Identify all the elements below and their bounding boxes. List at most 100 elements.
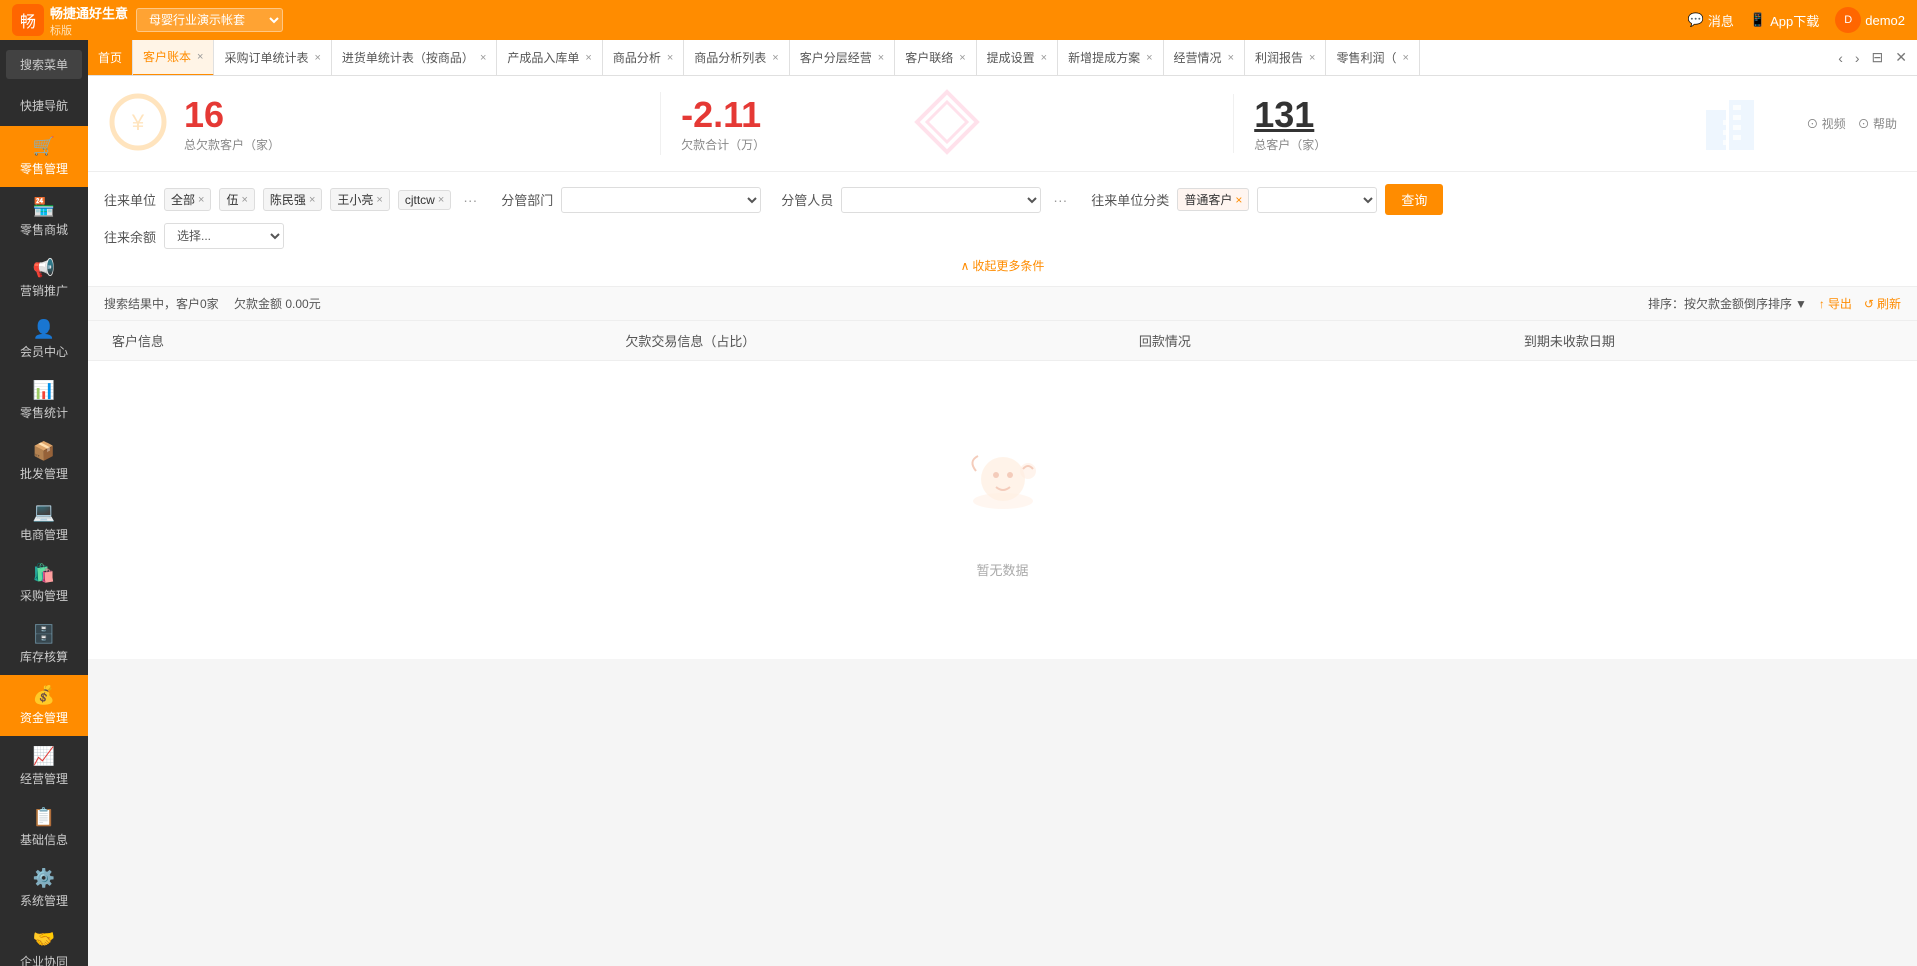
- tab-operations-close[interactable]: ×: [1228, 52, 1234, 64]
- sidebar-item-enterprise[interactable]: 🤝 企业协同: [0, 919, 88, 966]
- svg-text:¥: ¥: [131, 110, 145, 135]
- dept-select[interactable]: [561, 187, 761, 213]
- sidebar-item-retail-mall[interactable]: 🏪 零售商城: [0, 187, 88, 248]
- tab-new-proposal-label: 新增提成方案: [1068, 49, 1140, 66]
- message-btn[interactable]: 💬 消息: [1688, 11, 1734, 30]
- sidebar-item-system[interactable]: ⚙️ 系统管理: [0, 858, 88, 919]
- filter-tag-category-close[interactable]: ×: [1235, 193, 1242, 207]
- stat-value-total[interactable]: 131: [1254, 94, 1326, 136]
- tab-home[interactable]: 首页: [88, 40, 133, 76]
- data-table: 客户信息 欠款交易信息（占比） 回款情况 到期未收款日期: [88, 321, 1917, 659]
- sidebar-item-marketing[interactable]: 📢 营销推广: [0, 248, 88, 309]
- sidebar-item-basic-info[interactable]: 📋 基础信息: [0, 797, 88, 858]
- tab-production-label: 产成品入库单: [507, 49, 579, 66]
- logo-box: 畅 畅捷通好生意 标版: [12, 3, 128, 38]
- tab-customer-tier-close[interactable]: ×: [878, 52, 884, 64]
- sidebar-item-ecommerce[interactable]: 💻 电商管理: [0, 492, 88, 553]
- sidebar-item-retail[interactable]: 🛒 零售管理: [0, 126, 88, 187]
- tab-inbound-close[interactable]: ×: [480, 52, 486, 64]
- export-btn[interactable]: ↑ 导出: [1819, 295, 1852, 312]
- sidebar-item-inventory[interactable]: 🗄️ 库存核算: [0, 614, 88, 675]
- unit-category-label: 往来单位分类: [1091, 190, 1169, 209]
- sidebar-item-member[interactable]: 👤 会员中心: [0, 309, 88, 370]
- app-download-btn[interactable]: 📱 App下载: [1750, 11, 1819, 30]
- sidebar-label-ecommerce: 电商管理: [20, 526, 68, 543]
- tab-home-label: 首页: [98, 49, 122, 66]
- tab-profit-report-close[interactable]: ×: [1309, 52, 1315, 64]
- tab-purchase-order[interactable]: 采购订单统计表 ×: [214, 40, 331, 76]
- refresh-btn[interactable]: ↺ 刷新: [1864, 295, 1901, 312]
- tab-retail-profit[interactable]: 零售利润（ ×: [1326, 40, 1419, 76]
- mall-icon: 🏪: [33, 197, 55, 218]
- stat-label-debt: 欠款合计（万）: [681, 136, 765, 153]
- tab-new-proposal-close[interactable]: ×: [1146, 52, 1152, 64]
- filter-tag-cj-close[interactable]: ×: [438, 194, 444, 206]
- filter-tag-wang-close[interactable]: ×: [376, 194, 382, 206]
- tab-goods-analysis[interactable]: 商品分析 ×: [603, 40, 684, 76]
- filter-tag-unit-cj: cjttcw ×: [398, 190, 451, 210]
- store-selector[interactable]: 母婴行业演示帐套: [136, 8, 283, 32]
- tab-inbound[interactable]: 进货单统计表（按商品） ×: [332, 40, 497, 76]
- balance-select[interactable]: 选择...: [164, 223, 284, 249]
- sidebar-item-purchase[interactable]: 🛍️ 采购管理: [0, 553, 88, 614]
- tab-customer[interactable]: 客户账本 ×: [133, 40, 214, 76]
- person-label: 分管人员: [781, 190, 833, 209]
- tab-operations-label: 经营情况: [1174, 49, 1222, 66]
- sort-btn[interactable]: 排序：按欠款金额倒序排序 ▼: [1648, 295, 1807, 312]
- sidebar-item-operations[interactable]: 📈 经营管理: [0, 736, 88, 797]
- tab-customer-tier-label: 客户分层经营: [800, 49, 872, 66]
- tab-new-proposal[interactable]: 新增提成方案 ×: [1058, 40, 1163, 76]
- tab-production-close[interactable]: ×: [585, 52, 591, 64]
- query-btn[interactable]: 查询: [1385, 184, 1443, 215]
- unit-category-select[interactable]: [1257, 187, 1377, 213]
- help-link[interactable]: ⊙ 帮助: [1858, 115, 1897, 132]
- tab-prev-btn[interactable]: ‹: [1832, 46, 1849, 70]
- tab-retail-profit-close[interactable]: ×: [1402, 52, 1408, 64]
- quick-nav-btn[interactable]: 快捷导航: [0, 89, 88, 122]
- sidebar-label-enterprise: 企业协同: [20, 953, 68, 966]
- tab-operations[interactable]: 经营情况 ×: [1164, 40, 1245, 76]
- tab-inbound-label: 进货单统计表（按商品）: [342, 49, 474, 66]
- tab-expand-btn[interactable]: ⊟: [1866, 45, 1890, 70]
- col-debt-info: 欠款交易信息（占比）: [617, 331, 1130, 350]
- video-link[interactable]: ⊙ 视频: [1806, 115, 1845, 132]
- filter-tag-wu-close[interactable]: ×: [241, 194, 247, 206]
- user-profile-btn[interactable]: D demo2: [1835, 7, 1905, 33]
- filter-tag-all-close[interactable]: ×: [198, 194, 204, 206]
- sidebar-item-batch[interactable]: 📦 批发管理: [0, 431, 88, 492]
- col-due-date: 到期未收款日期: [1516, 331, 1901, 350]
- sidebar-item-finance[interactable]: 💰 资金管理: [0, 675, 88, 736]
- tab-goods-analysis-list[interactable]: 商品分析列表 ×: [684, 40, 789, 76]
- tab-customer-close[interactable]: ×: [197, 51, 203, 63]
- tab-next-btn[interactable]: ›: [1849, 46, 1866, 70]
- tab-customer-contact[interactable]: 客户联络 ×: [895, 40, 976, 76]
- top-bar: 畅 畅捷通好生意 标版 母婴行业演示帐套 💬 消息 📱 App下载 D de: [0, 0, 1917, 40]
- person-more-btn[interactable]: ···: [1049, 190, 1071, 210]
- filter-section: 往来单位 全部 × 伍 × 陈民强 ×: [88, 172, 1917, 287]
- sidebar-label-marketing: 营销推广: [20, 282, 68, 299]
- sidebar-label-batch: 批发管理: [20, 465, 68, 482]
- tab-proposal-settings[interactable]: 提成设置 ×: [977, 40, 1058, 76]
- sidebar-label-purchase: 采购管理: [20, 587, 68, 604]
- chevron-up-icon: ∧: [961, 259, 970, 273]
- tab-profit-report[interactable]: 利润报告 ×: [1245, 40, 1326, 76]
- stat-block-total: 131 总客户（家）: [1234, 94, 1786, 153]
- filter-tag-unit-all: 全部 ×: [164, 188, 211, 211]
- app-wrapper: 畅 畅捷通好生意 标版 母婴行业演示帐套 💬 消息 📱 App下载 D de: [0, 0, 1917, 966]
- stat-block-debt: -2.11 欠款合计（万）: [661, 94, 1234, 153]
- tab-goods-analysis-list-close[interactable]: ×: [772, 52, 778, 64]
- search-menu-btn[interactable]: 搜索菜单: [6, 50, 82, 79]
- sidebar-item-retail-stats[interactable]: 📊 零售统计: [0, 370, 88, 431]
- filter-more-btn[interactable]: ···: [459, 190, 481, 210]
- person-select[interactable]: [841, 187, 1041, 213]
- tab-customer-contact-close[interactable]: ×: [959, 52, 965, 64]
- tab-goods-analysis-close[interactable]: ×: [667, 52, 673, 64]
- tab-purchase-order-close[interactable]: ×: [314, 52, 320, 64]
- tab-close-all-btn[interactable]: ✕: [1889, 45, 1913, 70]
- top-right-links: ⊙ 视频 ⊙ 帮助: [1786, 115, 1897, 132]
- tab-customer-tier[interactable]: 客户分层经营 ×: [790, 40, 895, 76]
- filter-tag-chen-close[interactable]: ×: [309, 194, 315, 206]
- collapse-btn[interactable]: ∧ 收起更多条件: [961, 257, 1045, 274]
- tab-production[interactable]: 产成品入库单 ×: [497, 40, 602, 76]
- tab-proposal-settings-close[interactable]: ×: [1041, 52, 1047, 64]
